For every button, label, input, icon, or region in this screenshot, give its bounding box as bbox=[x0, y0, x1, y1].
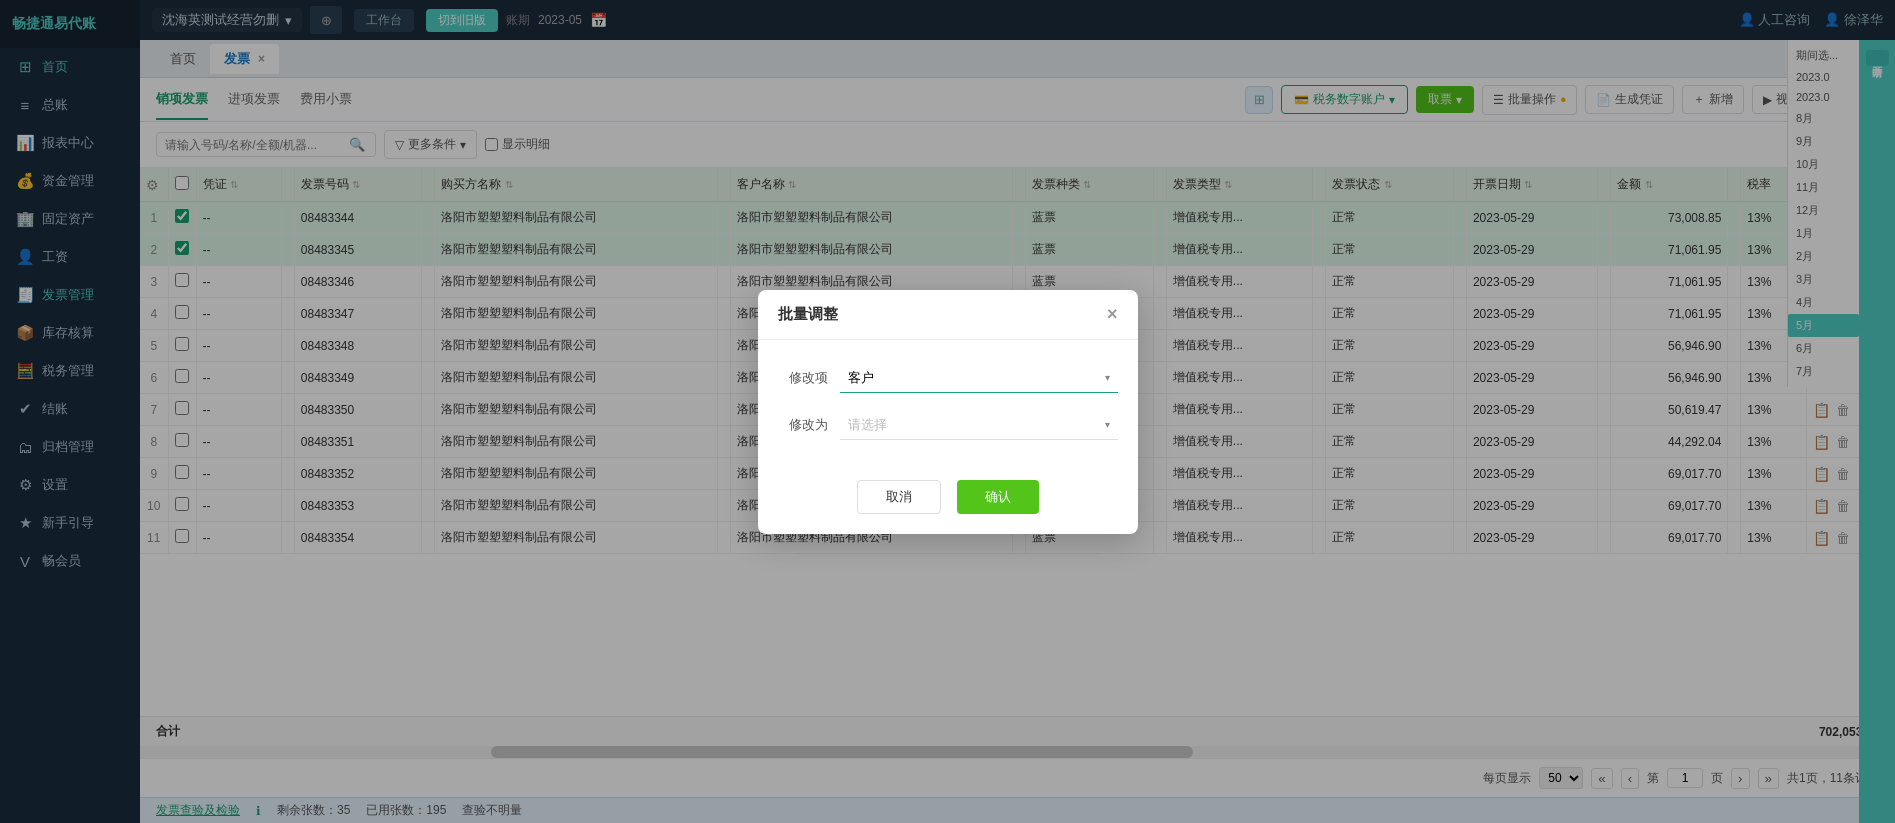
modify-to-select[interactable]: 请选择 ▾ bbox=[840, 411, 1118, 440]
modify-item-value: 客户 bbox=[848, 369, 874, 387]
batch-adjust-modal: 批量调整 × 修改项 客户 ▾ 修改为 请选择 ▾ 取消 确认 bbox=[758, 290, 1138, 534]
modal-footer: 取消 确认 bbox=[758, 464, 1138, 534]
cancel-modal-btn[interactable]: 取消 bbox=[857, 480, 941, 514]
modal-title: 批量调整 bbox=[778, 305, 838, 324]
modal-overlay: 批量调整 × 修改项 客户 ▾ 修改为 请选择 ▾ 取消 确认 bbox=[0, 0, 1895, 823]
modify-to-placeholder: 请选择 bbox=[848, 416, 887, 434]
modify-to-field: 修改为 请选择 ▾ bbox=[778, 411, 1118, 440]
confirm-modal-btn[interactable]: 确认 bbox=[957, 480, 1039, 514]
modify-to-label: 修改为 bbox=[778, 416, 828, 434]
modal-body: 修改项 客户 ▾ 修改为 请选择 ▾ bbox=[758, 340, 1138, 464]
chevron-down-icon: ▾ bbox=[1105, 372, 1110, 383]
modal-header: 批量调整 × bbox=[758, 290, 1138, 340]
modify-item-select[interactable]: 客户 ▾ bbox=[840, 364, 1118, 393]
modify-item-field: 修改项 客户 ▾ bbox=[778, 364, 1118, 393]
modify-item-label: 修改项 bbox=[778, 369, 828, 387]
chevron-down-icon: ▾ bbox=[1105, 419, 1110, 430]
modal-close-btn[interactable]: × bbox=[1107, 304, 1118, 325]
